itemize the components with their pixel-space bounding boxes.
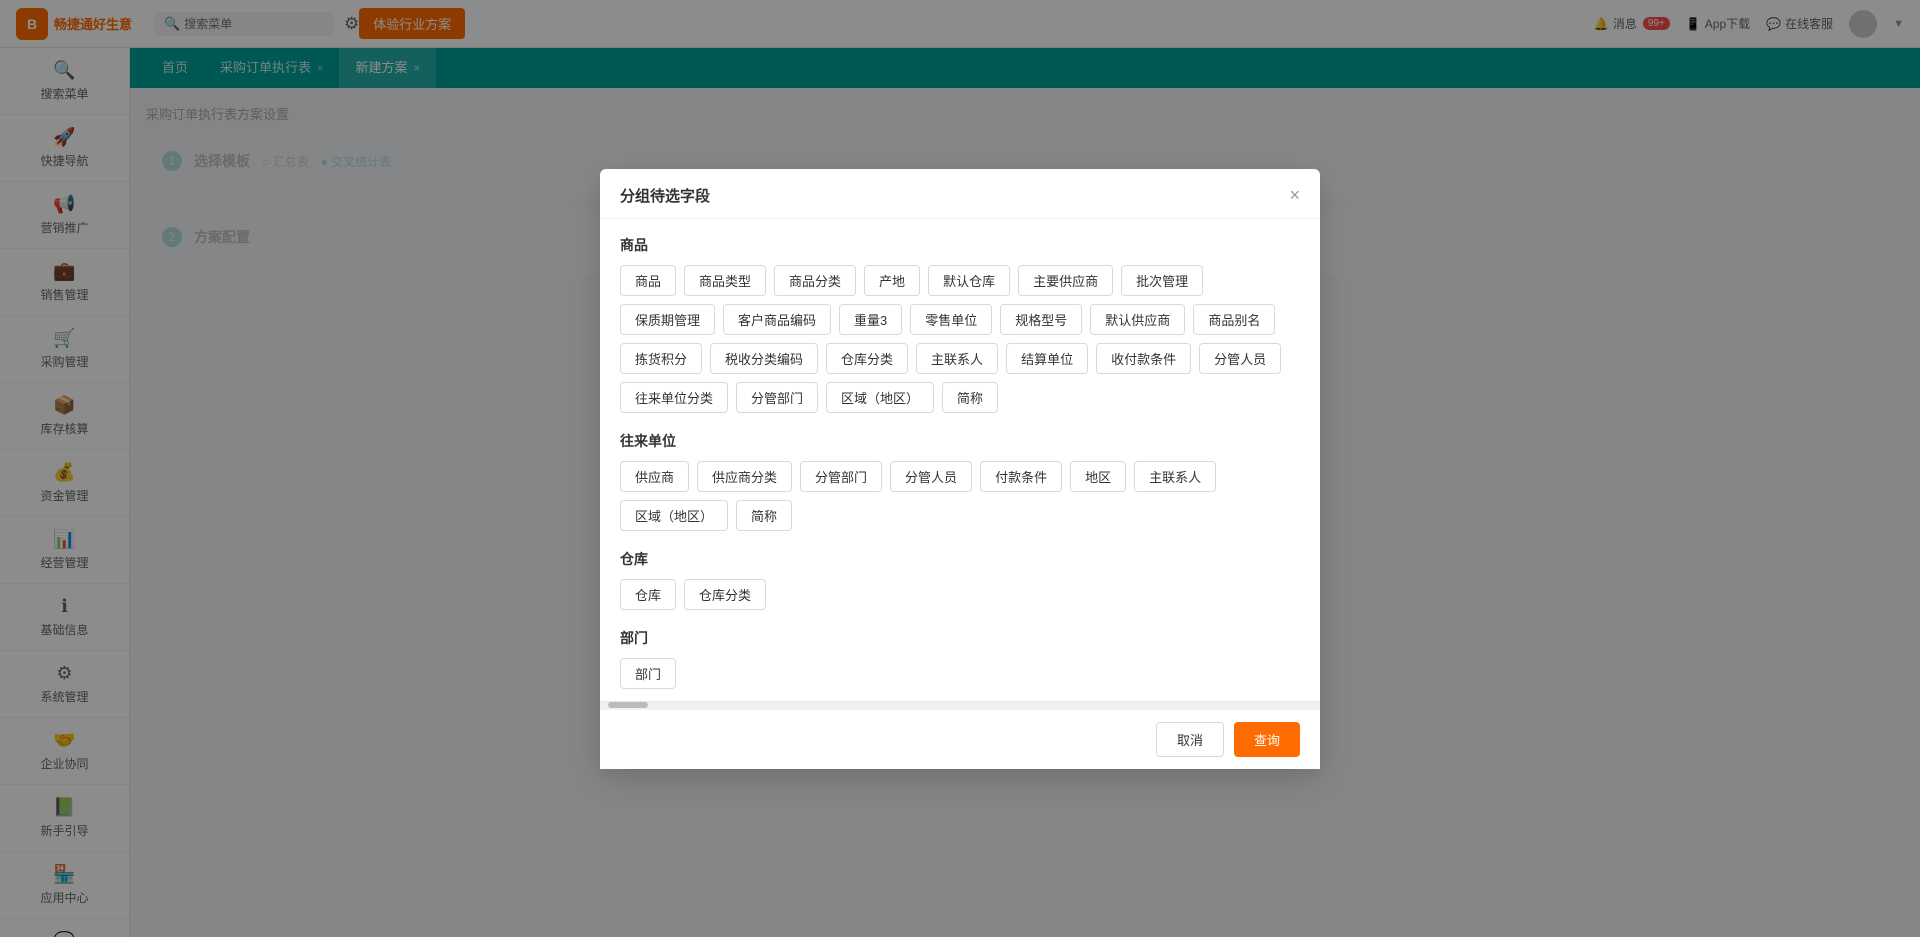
- field-tag-0-8[interactable]: 客户商品编码: [723, 304, 831, 335]
- field-tag-0-3[interactable]: 产地: [864, 265, 920, 296]
- field-tag-0-12[interactable]: 默认供应商: [1090, 304, 1185, 335]
- field-tag-1-8[interactable]: 简称: [736, 500, 792, 531]
- field-tag-0-20[interactable]: 分管人员: [1199, 343, 1281, 374]
- field-tag-1-6[interactable]: 主联系人: [1134, 461, 1216, 492]
- field-tags-0: 商品商品类型商品分类产地默认仓库主要供应商批次管理保质期管理客户商品编码重量3 零…: [620, 265, 1300, 413]
- field-tag-0-17[interactable]: 主联系人: [916, 343, 998, 374]
- field-tag-1-4[interactable]: 付款条件: [980, 461, 1062, 492]
- field-tag-0-14[interactable]: 拣货积分: [620, 343, 702, 374]
- field-tags-2: 仓库仓库分类: [620, 579, 1300, 610]
- modal-close-button[interactable]: ×: [1289, 186, 1300, 204]
- field-group-0: 商品商品商品类型商品分类产地默认仓库主要供应商批次管理保质期管理客户商品编码重量…: [620, 235, 1300, 413]
- field-tag-0-4[interactable]: 默认仓库: [928, 265, 1010, 296]
- field-tag-0-9[interactable]: 重量3: [839, 304, 902, 335]
- field-tag-2-0[interactable]: 仓库: [620, 579, 676, 610]
- modal-header: 分组待选字段 ×: [600, 169, 1320, 219]
- field-tag-1-1[interactable]: 供应商分类: [697, 461, 792, 492]
- field-tags-1: 供应商供应商分类分管部门分管人员付款条件地区主联系人区域（地区） 简称: [620, 461, 1300, 531]
- field-tag-0-22[interactable]: 分管部门: [736, 382, 818, 413]
- field-tag-0-24[interactable]: 简称: [942, 382, 998, 413]
- field-tag-0-18[interactable]: 结算单位: [1006, 343, 1088, 374]
- field-group-2: 仓库仓库仓库分类: [620, 549, 1300, 610]
- cancel-button[interactable]: 取消: [1156, 722, 1224, 757]
- field-group-3: 部门部门: [620, 628, 1300, 689]
- field-group-title-3: 部门: [620, 628, 1300, 648]
- field-tag-2-1[interactable]: 仓库分类: [684, 579, 766, 610]
- modal-footer: 取消 查询: [600, 709, 1320, 769]
- field-tag-0-1[interactable]: 商品类型: [684, 265, 766, 296]
- field-tags-3: 部门: [620, 658, 1300, 689]
- field-group-title-1: 往来单位: [620, 431, 1300, 451]
- field-tag-1-7[interactable]: 区域（地区）: [620, 500, 728, 531]
- field-group-title-0: 商品: [620, 235, 1300, 255]
- field-tag-1-0[interactable]: 供应商: [620, 461, 689, 492]
- modal-overlay: 分组待选字段 × 商品商品商品类型商品分类产地默认仓库主要供应商批次管理保质期管…: [0, 0, 1920, 937]
- field-tag-0-6[interactable]: 批次管理: [1121, 265, 1203, 296]
- field-tag-0-13[interactable]: 商品别名: [1193, 304, 1275, 335]
- field-tag-0-21[interactable]: 往来单位分类: [620, 382, 728, 413]
- field-tag-0-0[interactable]: 商品: [620, 265, 676, 296]
- field-group-1: 往来单位供应商供应商分类分管部门分管人员付款条件地区主联系人区域（地区） 简称: [620, 431, 1300, 531]
- field-tag-0-11[interactable]: 规格型号: [1000, 304, 1082, 335]
- modal-title: 分组待选字段: [620, 185, 710, 206]
- field-group-title-2: 仓库: [620, 549, 1300, 569]
- field-tag-1-2[interactable]: 分管部门: [800, 461, 882, 492]
- field-tag-1-3[interactable]: 分管人员: [890, 461, 972, 492]
- field-tag-3-0[interactable]: 部门: [620, 658, 676, 689]
- modal-body[interactable]: 商品商品商品类型商品分类产地默认仓库主要供应商批次管理保质期管理客户商品编码重量…: [600, 219, 1320, 702]
- field-tag-0-5[interactable]: 主要供应商: [1018, 265, 1113, 296]
- field-tag-0-10[interactable]: 零售单位: [910, 304, 992, 335]
- confirm-button[interactable]: 查询: [1234, 722, 1300, 757]
- field-tag-1-5[interactable]: 地区: [1070, 461, 1126, 492]
- field-select-modal: 分组待选字段 × 商品商品商品类型商品分类产地默认仓库主要供应商批次管理保质期管…: [600, 169, 1320, 769]
- modal-horizontal-scrollbar[interactable]: [600, 701, 1320, 708]
- field-tag-0-7[interactable]: 保质期管理: [620, 304, 715, 335]
- field-tag-0-23[interactable]: 区域（地区）: [826, 382, 934, 413]
- field-tag-0-2[interactable]: 商品分类: [774, 265, 856, 296]
- field-tag-0-19[interactable]: 收付款条件: [1096, 343, 1191, 374]
- field-tag-0-16[interactable]: 仓库分类: [826, 343, 908, 374]
- field-tag-0-15[interactable]: 税收分类编码: [710, 343, 818, 374]
